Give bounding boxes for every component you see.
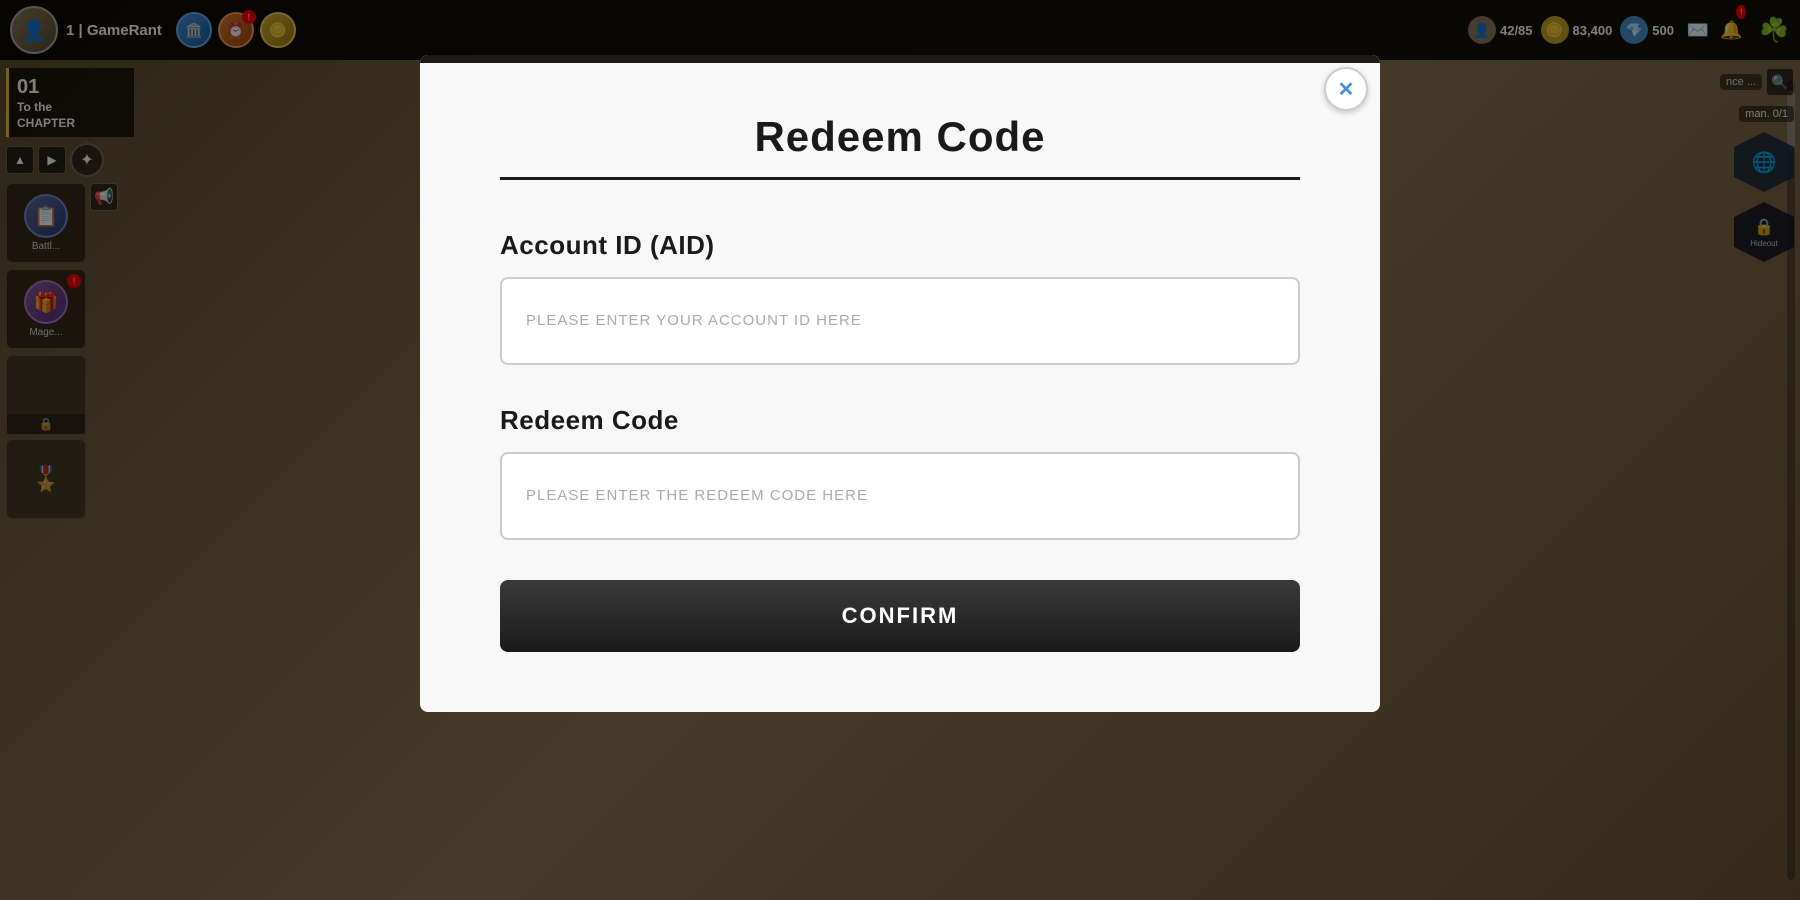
submit-label: CONFIRM bbox=[842, 603, 959, 628]
modal-body: Redeem Code Account ID (AID) Redeem Code… bbox=[420, 63, 1380, 712]
modal-top-strip bbox=[420, 55, 1380, 63]
redeem-modal: ✕ Redeem Code Account ID (AID) Redeem Co… bbox=[420, 55, 1380, 712]
redeem-code-input[interactable] bbox=[500, 452, 1300, 540]
modal-close-button[interactable]: ✕ bbox=[1324, 67, 1368, 111]
close-icon: ✕ bbox=[1338, 77, 1355, 102]
submit-button[interactable]: CONFIRM bbox=[500, 580, 1300, 652]
modal-overlay: ✕ Redeem Code Account ID (AID) Redeem Co… bbox=[0, 0, 1800, 900]
modal-title: Redeem Code bbox=[500, 113, 1300, 161]
redeem-code-label: Redeem Code bbox=[500, 405, 1300, 436]
account-id-input[interactable] bbox=[500, 277, 1300, 365]
account-id-label: Account ID (AID) bbox=[500, 230, 1300, 261]
modal-divider bbox=[500, 177, 1300, 180]
